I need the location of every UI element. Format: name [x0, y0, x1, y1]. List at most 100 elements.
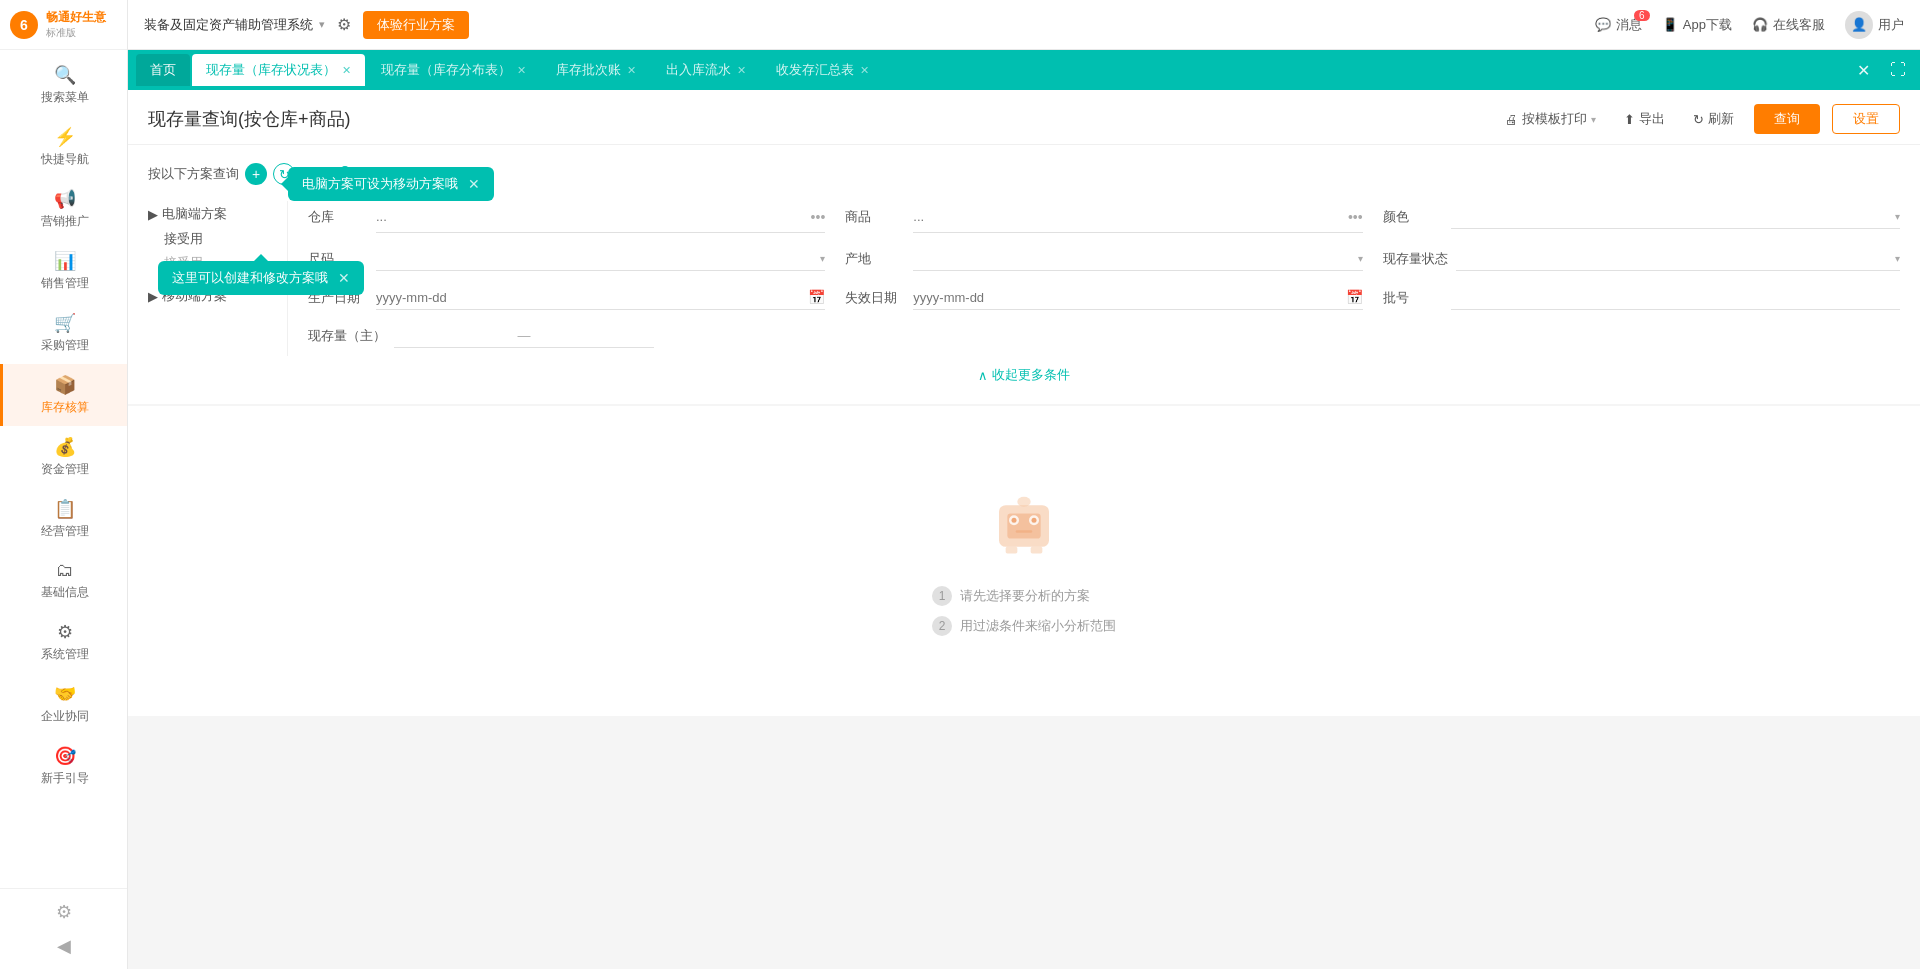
app-download-action[interactable]: 📱 App下载: [1662, 16, 1732, 34]
tab-stock-status-label: 现存量（库存状况表）: [206, 61, 336, 79]
tab-collect-summary-close-icon[interactable]: ✕: [860, 64, 869, 77]
marketing-icon: 📢: [54, 188, 76, 210]
scheme-popover-close[interactable]: ✕: [468, 176, 480, 192]
filter-panel: 按以下方案查询 + ↻ ◄◄ 电脑方案可设为移动方案哦 ✕: [128, 145, 1920, 404]
sidebar-item-base-info[interactable]: 🗂 基础信息: [0, 550, 127, 611]
avatar: 👤: [1845, 11, 1873, 39]
quick-nav-icon: ⚡: [54, 126, 76, 148]
scheme-item-1[interactable]: 接受用: [148, 227, 275, 251]
expiry-date-cal-icon[interactable]: 📅: [1346, 289, 1363, 305]
search-button[interactable]: 查询: [1754, 104, 1820, 134]
scheme-group-desktop-header[interactable]: ▶ 电脑端方案: [148, 201, 275, 227]
product-input[interactable]: [913, 205, 1348, 228]
tab-stock-status-close-icon[interactable]: ✕: [342, 64, 351, 77]
tab-inout-flow-close-icon[interactable]: ✕: [737, 64, 746, 77]
tab-close-all-icon[interactable]: ✕: [1851, 59, 1876, 82]
svg-point-6: [1012, 518, 1017, 523]
tab-stock-status[interactable]: 现存量（库存状况表） ✕: [192, 54, 365, 86]
size-field: 尺码 ▾: [308, 247, 825, 271]
production-date-input[interactable]: [376, 290, 808, 305]
purchase-icon: 🛒: [54, 312, 76, 334]
reset-button[interactable]: 设置: [1832, 104, 1900, 134]
sidebar-item-cooperation[interactable]: 🤝 企业协同: [0, 673, 127, 735]
expiry-date-input[interactable]: [913, 290, 1345, 305]
online-service-action[interactable]: 🎧 在线客服: [1752, 16, 1825, 34]
tab-batch-account-close-icon[interactable]: ✕: [627, 64, 636, 77]
print-action[interactable]: 🖨 按模板打印 ▾: [1497, 106, 1604, 132]
app-logo-icon: 6: [8, 9, 40, 41]
edit-popover-text: 这里可以创建和修改方案哦: [172, 269, 328, 287]
page-actions: 🖨 按模板打印 ▾ ⬆ 导出 ↻ 刷新 查询 设置: [1497, 104, 1900, 134]
size-input[interactable]: [376, 251, 820, 266]
tab-home[interactable]: 首页: [136, 54, 190, 86]
refresh-label: 刷新: [1708, 110, 1734, 128]
experience-button[interactable]: 体验行业方案: [363, 11, 469, 39]
sales-icon: 📊: [54, 250, 76, 272]
stock-main-label: 现存量（主）: [308, 327, 386, 345]
batch-input[interactable]: [1451, 286, 1900, 310]
collapse-bar[interactable]: ∧ 收起更多条件: [148, 356, 1900, 390]
sidebar: 6 畅通好生意 标准版 🔍 搜索菜单 ⚡ 快捷导航 📢 营销推广 📊 销售管理 …: [0, 0, 128, 969]
edit-popover-close[interactable]: ✕: [338, 270, 350, 286]
sidebar-item-finance[interactable]: 💰 资金管理: [0, 426, 127, 488]
stock-main-from-input[interactable]: [394, 328, 510, 343]
tab-stock-dist[interactable]: 现存量（库存分布表） ✕: [367, 54, 540, 86]
tabs-bar: 首页 现存量（库存状况表） ✕ 现存量（库存分布表） ✕ 库存批次账 ✕ 出入库…: [128, 50, 1920, 90]
user-label: 用户: [1878, 16, 1904, 34]
user-action[interactable]: 👤 用户: [1845, 11, 1904, 39]
desktop-triangle-icon: ▶: [148, 207, 158, 222]
svg-rect-9: [1006, 547, 1018, 554]
sidebar-item-sys-settings[interactable]: ⚙ 系统管理: [0, 611, 127, 673]
production-date-cal-icon[interactable]: 📅: [808, 289, 825, 305]
stock-icon: 📦: [54, 374, 76, 396]
origin-input[interactable]: [913, 251, 1357, 266]
sidebar-item-sales[interactable]: 📊 销售管理: [0, 240, 127, 302]
empty-hints: 1 请先选择要分析的方案 2 用过滤条件来缩小分析范围: [932, 586, 1116, 636]
sidebar-item-quick-nav[interactable]: ⚡ 快捷导航: [0, 116, 127, 178]
mobile-triangle-icon: ▶: [148, 289, 158, 304]
tab-stock-dist-close-icon[interactable]: ✕: [517, 64, 526, 77]
empty-hint-2: 2 用过滤条件来缩小分析范围: [932, 616, 1116, 636]
refresh-icon: ↻: [1693, 112, 1704, 127]
add-scheme-icon[interactable]: +: [245, 163, 267, 185]
print-label: 按模板打印: [1522, 110, 1587, 128]
tab-batch-account[interactable]: 库存批次账 ✕: [542, 54, 650, 86]
tab-maximize-icon[interactable]: ⛶: [1884, 59, 1912, 82]
sidebar-bottom: ⚙ ◀: [0, 888, 127, 969]
app-name: 畅通好生意: [46, 9, 106, 26]
header-settings-icon[interactable]: ⚙: [337, 15, 351, 34]
page-header: 现存量查询(按仓库+商品) 🖨 按模板打印 ▾ ⬆ 导出 ↻ 刷新 查询 设置: [128, 90, 1920, 145]
svg-text:6: 6: [20, 17, 28, 33]
tab-collect-summary[interactable]: 收发存汇总表 ✕: [762, 54, 883, 86]
message-action[interactable]: 💬 消息 6: [1595, 16, 1642, 34]
guide-icon: 🎯: [54, 745, 76, 767]
expiry-date-label: 失效日期: [845, 289, 905, 307]
sidebar-item-marketing[interactable]: 📢 营销推广: [0, 178, 127, 240]
sidebar-item-operations[interactable]: 📋 经营管理: [0, 488, 127, 550]
sys-settings-icon: ⚙: [57, 621, 73, 643]
stock-main-to-input[interactable]: [539, 328, 655, 343]
color-input[interactable]: [1451, 209, 1895, 224]
export-action[interactable]: ⬆ 导出: [1616, 106, 1673, 132]
sidebar-item-purchase[interactable]: 🛒 采购管理: [0, 302, 127, 364]
collapse-sidebar-icon[interactable]: ◀: [57, 935, 71, 957]
origin-field: 产地 ▾: [845, 247, 1362, 271]
sidebar-item-stock[interactable]: 📦 库存核算: [0, 364, 127, 426]
operations-icon: 📋: [54, 498, 76, 520]
product-label: 商品: [845, 208, 905, 226]
expiry-date-field: 失效日期 📅: [845, 285, 1362, 310]
sidebar-item-guide[interactable]: 🎯 新手引导: [0, 735, 127, 797]
stock-status-input[interactable]: [1456, 251, 1895, 266]
export-label: 导出: [1639, 110, 1665, 128]
warehouse-input[interactable]: [376, 205, 811, 228]
sidebar-item-search-menu[interactable]: 🔍 搜索菜单: [0, 54, 127, 116]
base-info-icon: 🗂: [56, 560, 74, 581]
color-field: 颜色 ▾: [1383, 201, 1900, 233]
hint-num-2: 2: [932, 616, 952, 636]
tab-inout-flow[interactable]: 出入库流水 ✕: [652, 54, 760, 86]
settings-bottom-icon[interactable]: ⚙: [56, 901, 72, 923]
stock-main-dash: —: [510, 328, 539, 343]
refresh-action[interactable]: ↻ 刷新: [1685, 106, 1742, 132]
stock-status-label: 现存量状态: [1383, 250, 1448, 268]
tab-inout-flow-label: 出入库流水: [666, 61, 731, 79]
